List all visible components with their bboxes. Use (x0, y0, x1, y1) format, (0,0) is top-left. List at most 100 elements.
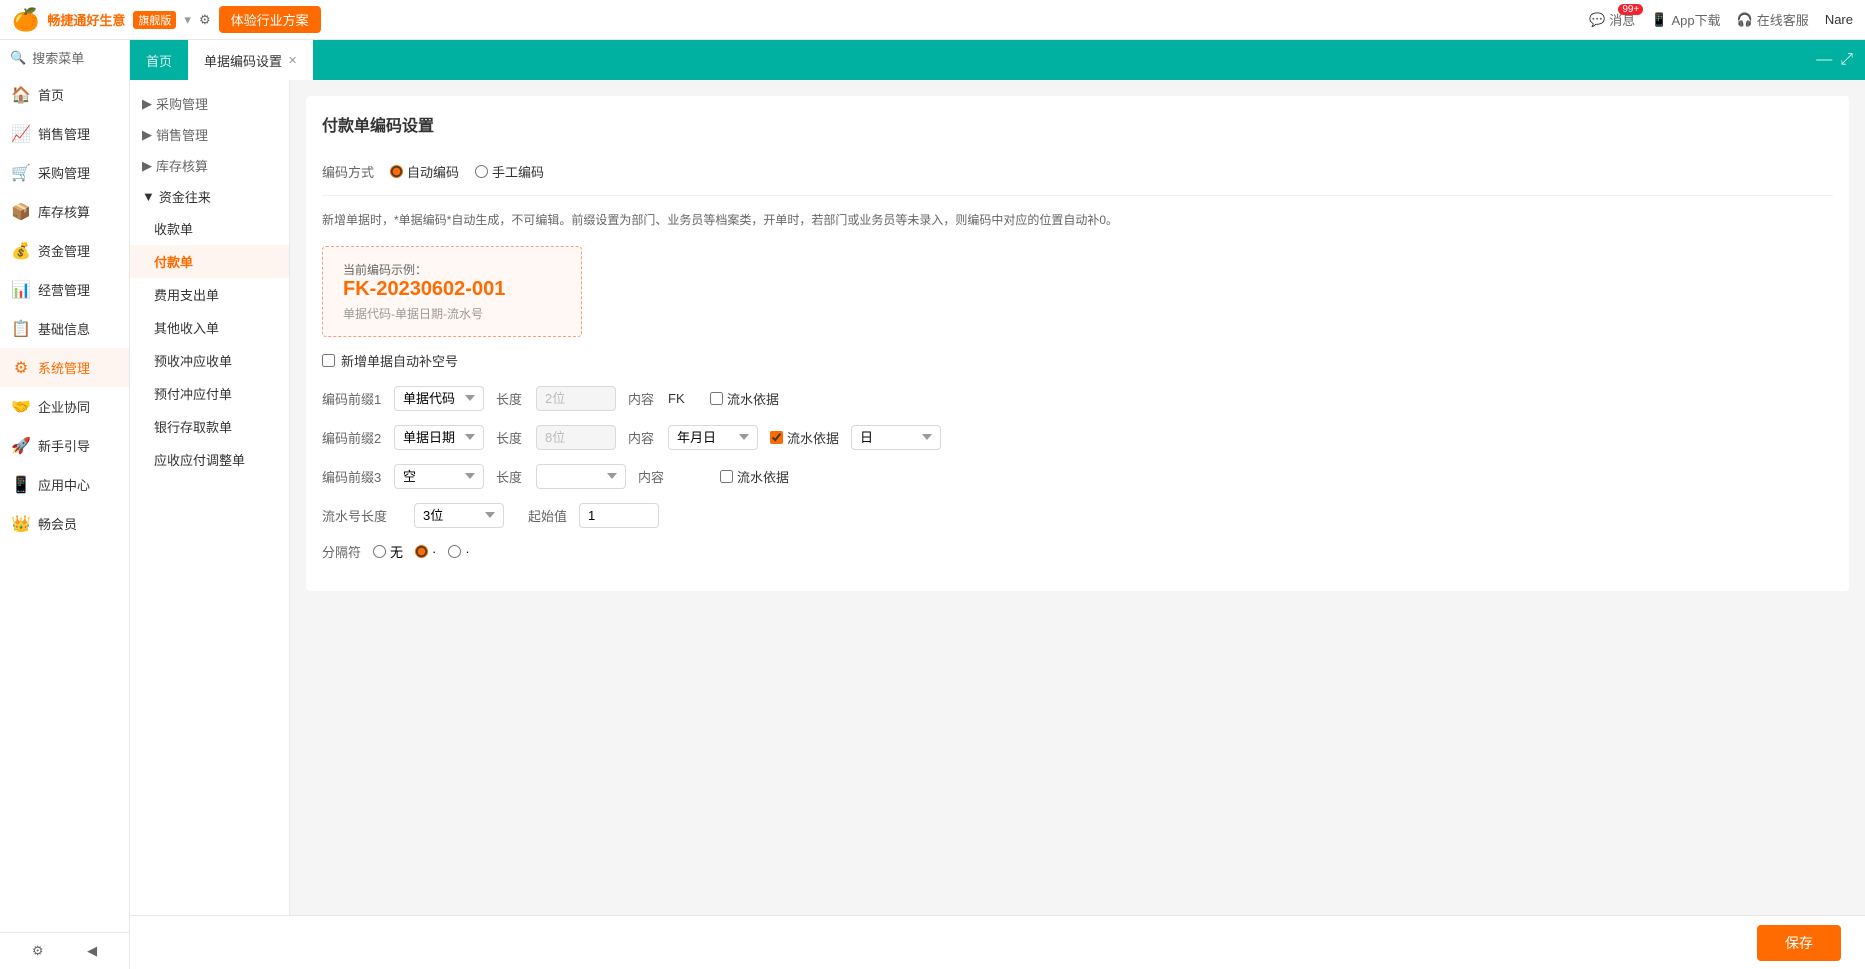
sep-none-option[interactable]: 无 (373, 542, 403, 561)
manual-encode-radio[interactable] (475, 165, 488, 178)
content-area: ▶ 采购管理 ▶ 销售管理 ▶ 库存核算 ▼ 资金往来 收款单 付款单 费用支出… (130, 80, 1865, 915)
minimize-icon[interactable]: — (1816, 51, 1832, 69)
serial-length-select[interactable]: 3位 (414, 503, 504, 528)
encoding-method-label: 编码方式 (322, 162, 374, 181)
tab-home[interactable]: 首页 (130, 40, 188, 80)
sidebar-item-purchase[interactable]: 🛒 采购管理 (0, 153, 129, 192)
prefix1-length-select[interactable]: 2位 (536, 386, 616, 411)
prefix3-serial-area[interactable]: 流水依据 (720, 467, 789, 486)
prefix2-length-label: 长度 (496, 428, 522, 447)
prefix2-select[interactable]: 单据日期 (394, 425, 484, 450)
save-button[interactable]: 保存 (1757, 925, 1841, 961)
sidebar-bottom: ⚙ ◀ (0, 932, 129, 969)
basic-icon: 📋 (12, 320, 30, 338)
settings-card: 付款单编码设置 编码方式 自动编码 手工编码 (306, 96, 1849, 591)
sub-group-inventory-label: 库存核算 (156, 156, 208, 175)
prefix1-serial-checkbox[interactable] (710, 392, 723, 405)
message-icon: 💬 (1589, 12, 1605, 28)
sidebar-settings-icon[interactable]: ⚙ (32, 943, 44, 959)
prefix3-length-select[interactable] (536, 464, 626, 489)
sub-item-expense[interactable]: 费用支出单 (130, 278, 289, 311)
sep-none-label: 无 (390, 542, 403, 561)
tab-encoding-settings[interactable]: 单据编码设置 ✕ (188, 40, 313, 80)
start-value-input[interactable] (579, 503, 659, 528)
sidebar-item-enterprise[interactable]: 🤝 企业协同 (0, 387, 129, 426)
trial-button[interactable]: 体验行业方案 (219, 6, 321, 33)
sep-none-radio[interactable] (373, 545, 386, 558)
manual-encode-option[interactable]: 手工编码 (475, 162, 544, 181)
sub-group-capital[interactable]: ▼ 资金往来 (130, 181, 289, 212)
prefix3-serial-checkbox[interactable] (720, 470, 733, 483)
user-name[interactable]: Nare (1825, 12, 1853, 27)
sub-item-receipt[interactable]: 收款单 (130, 212, 289, 245)
settings-icon[interactable]: ⚙ (199, 12, 211, 28)
sep-dot2-option[interactable]: · (448, 544, 469, 559)
prefix2-unit-select[interactable]: 日 (851, 425, 941, 450)
sidebar-item-sales[interactable]: 📈 销售管理 (0, 114, 129, 153)
sub-group-inventory[interactable]: ▶ 库存核算 (130, 150, 289, 181)
prefix3-length-label: 长度 (496, 467, 522, 486)
sub-item-pre-pay[interactable]: 预付冲应付单 (130, 377, 289, 410)
auto-encode-radio[interactable] (390, 165, 403, 178)
inventory-icon: 📦 (12, 203, 30, 221)
sidebar-item-operation[interactable]: 📊 经营管理 (0, 270, 129, 309)
sub-item-bank[interactable]: 银行存取款单 (130, 410, 289, 443)
online-service-area[interactable]: 🎧 在线客服 (1737, 10, 1809, 29)
manual-encode-label: 手工编码 (492, 162, 544, 181)
start-value-label: 起始值 (528, 506, 567, 525)
sidebar-collapse-icon[interactable]: ◀ (87, 943, 97, 959)
app-download-area[interactable]: 📱 App下载 (1651, 10, 1720, 29)
sidebar-item-finance[interactable]: 💰 资金管理 (0, 231, 129, 270)
sub-group-purchase[interactable]: ▶ 采购管理 (130, 88, 289, 119)
sidebar-item-label: 应用中心 (38, 475, 90, 494)
chevron-right-icon: ▶ (142, 127, 152, 143)
sidebar-search[interactable]: 🔍 搜索菜单 (0, 40, 129, 75)
system-icon: ⚙ (12, 359, 30, 377)
sidebar-item-label: 首页 (38, 85, 64, 104)
auto-fill-checkbox[interactable] (322, 354, 335, 367)
sidebar-item-label: 系统管理 (38, 358, 90, 377)
prefix2-serial-checkbox[interactable] (770, 431, 783, 444)
chevron-down-icon[interactable]: ▾ (184, 12, 191, 28)
maximize-icon[interactable]: ⤢ (1840, 51, 1853, 69)
sidebar-item-home[interactable]: 🏠 首页 (0, 75, 129, 114)
prefix3-select[interactable]: 空 (394, 464, 484, 489)
prefix2-content-select[interactable]: 年月日 (668, 425, 758, 450)
sub-item-other-income[interactable]: 其他收入单 (130, 311, 289, 344)
chevron-down-icon: ▼ (142, 189, 155, 204)
prefix1-serial-label: 流水依据 (727, 389, 779, 408)
sidebar-item-inventory[interactable]: 📦 库存核算 (0, 192, 129, 231)
sub-group-purchase-label: 采购管理 (156, 94, 208, 113)
prefix2-serial-area[interactable]: 流水依据 (770, 428, 839, 447)
sidebar-item-apps[interactable]: 📱 应用中心 (0, 465, 129, 504)
tab-close-icon[interactable]: ✕ (288, 54, 297, 67)
sub-group-sales[interactable]: ▶ 销售管理 (130, 119, 289, 150)
sub-item-pre-receive[interactable]: 预收冲应收单 (130, 344, 289, 377)
message-area[interactable]: 💬 消息 99+ (1589, 10, 1635, 29)
finance-icon: 💰 (12, 242, 30, 260)
prefix2-length-select[interactable]: 8位 (536, 425, 616, 450)
sidebar-item-label: 企业协同 (38, 397, 90, 416)
sub-item-adjust[interactable]: 应收应付调整单 (130, 443, 289, 476)
app-edition: 旗舰版 (133, 11, 176, 29)
sidebar-item-guide[interactable]: 🚀 新手引导 (0, 426, 129, 465)
tab-encoding-label: 单据编码设置 (204, 51, 282, 70)
sep-dot-option[interactable]: · (415, 544, 436, 559)
sidebar-item-system[interactable]: ⚙ 系统管理 (0, 348, 129, 387)
sep-dot2-radio[interactable] (448, 545, 461, 558)
sidebar-item-member[interactable]: 👑 畅会员 (0, 504, 129, 543)
prefix2-serial-label: 流水依据 (787, 428, 839, 447)
online-service-label: 在线客服 (1757, 10, 1809, 29)
tab-bar: 首页 单据编码设置 ✕ — ⤢ (130, 40, 1865, 80)
guide-icon: 🚀 (12, 437, 30, 455)
sidebar-item-basic[interactable]: 📋 基础信息 (0, 309, 129, 348)
prefix1-serial-area[interactable]: 流水依据 (710, 389, 779, 408)
prefix1-select[interactable]: 单据代码 (394, 386, 484, 411)
separator-label: 分隔符 (322, 542, 361, 561)
example-label: 当前编码示例： (343, 261, 561, 278)
auto-encode-option[interactable]: 自动编码 (390, 162, 459, 181)
sep-dot-radio[interactable] (415, 545, 428, 558)
sub-item-payment[interactable]: 付款单 (130, 245, 289, 278)
prefix2-label: 编码前缀2 (322, 428, 382, 447)
example-code: FK-20230602-001 (343, 278, 561, 301)
